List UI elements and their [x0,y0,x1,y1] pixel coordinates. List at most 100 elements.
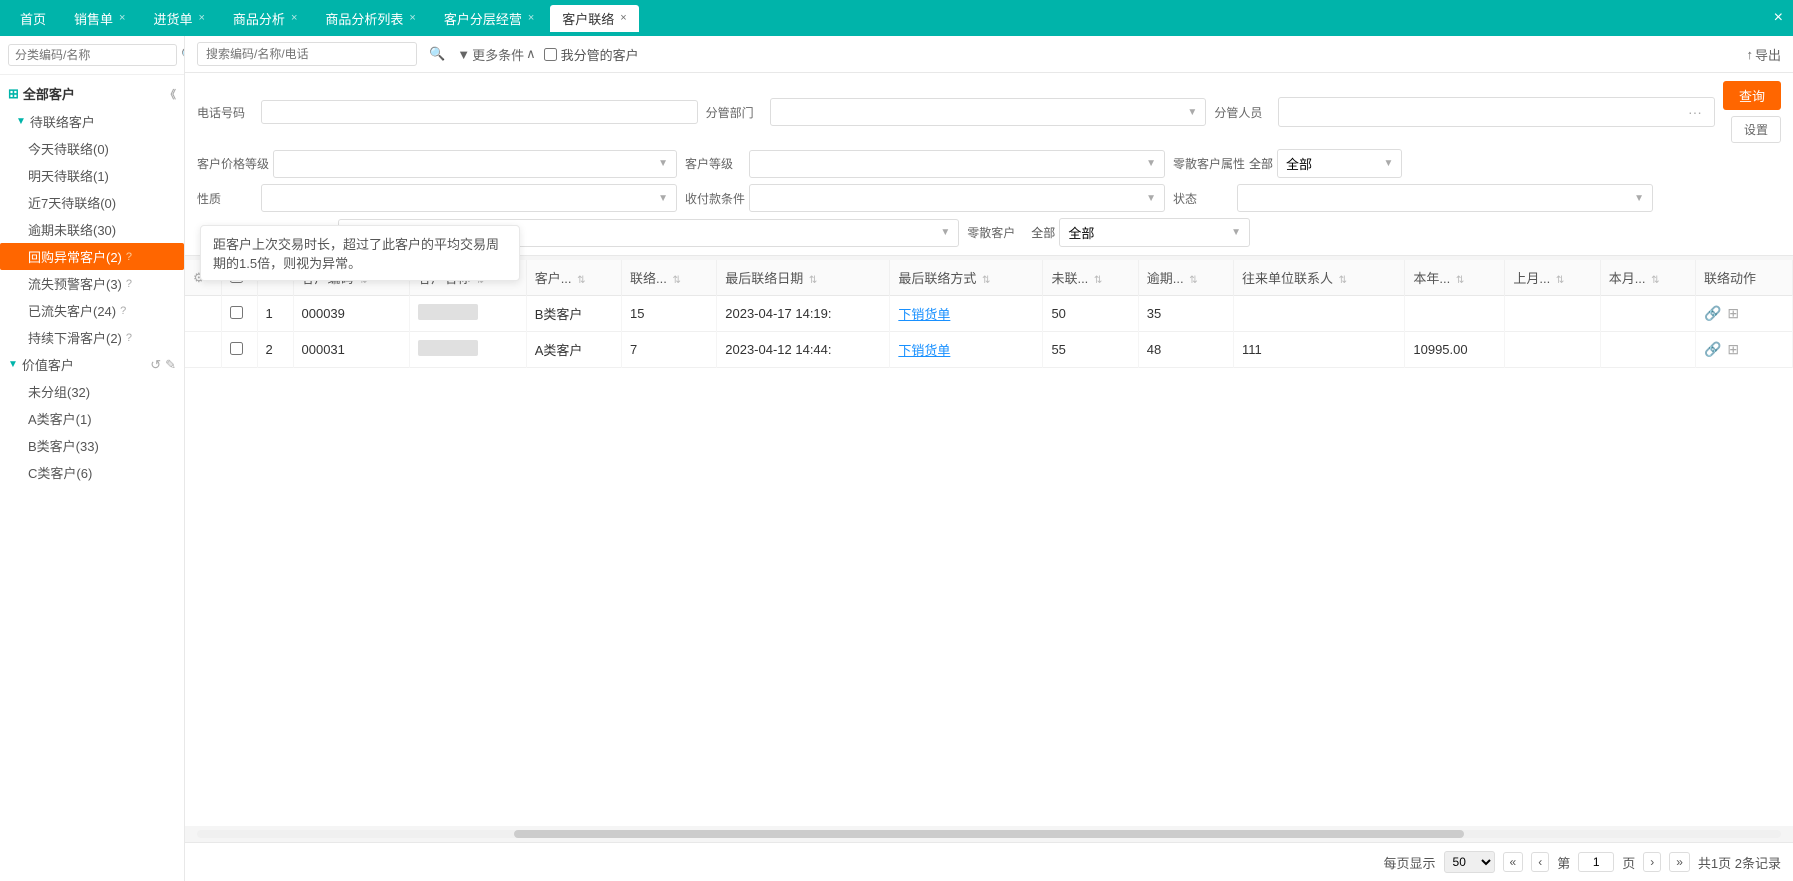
row1-name[interactable] [410,296,527,332]
filter-retail-attr-select[interactable]: 全部 ▼ [1277,149,1402,178]
nav-product-analysis-list-close[interactable]: × [409,12,415,24]
sort-contact-icon[interactable]: ⇅ [672,275,680,286]
page-size-select[interactable]: 50 20 100 [1444,851,1495,873]
th-unread[interactable]: 未联... ⇅ [1043,260,1138,296]
filter-customer-level-label: 客户等级 [685,155,745,172]
sidebar-pending-section[interactable]: ▼ 待联络客户 [0,108,184,135]
th-last-contact-method[interactable]: 最后联络方式 ⇅ [890,260,1043,296]
horizontal-scrollbar[interactable] [197,830,1781,838]
vc-refresh-icon[interactable]: ↺ [150,357,161,373]
th-this-month[interactable]: 本月... ⇅ [1600,260,1695,296]
sidebar-c-class[interactable]: C类客户(6) [0,459,184,486]
nav-customer-tier-close[interactable]: × [528,12,534,24]
th-customer-type[interactable]: 客户... ⇅ [526,260,621,296]
sidebar-lost-customers[interactable]: 已流失客户(24) ? [0,297,184,324]
filter-payment-select[interactable]: ▼ [749,184,1165,212]
nav-product-analysis[interactable]: 商品分析 × [221,5,309,32]
nav-customer-contact-close[interactable]: × [620,12,626,24]
scrollbar-thumb[interactable] [514,830,1464,838]
sidebar-lost-warning[interactable]: 流失预警客户(3) ? [0,270,184,297]
lost-customers-help-icon[interactable]: ? [120,305,126,317]
row2-checkbox[interactable] [221,332,257,368]
nav-product-analysis-list[interactable]: 商品分析列表 × [313,5,427,32]
sidebar-tomorrow-pending[interactable]: 明天待联络(1) [0,162,184,189]
sidebar-unclassified[interactable]: 未分组(32) [0,378,184,405]
row2-name[interactable] [410,332,527,368]
row1-grid-icon[interactable]: ⊞ [1727,305,1739,322]
sort-overdue-icon[interactable]: ⇅ [1189,275,1197,286]
th-overdue[interactable]: 逾期... ⇅ [1138,260,1233,296]
sidebar-a-class[interactable]: A类客户(1) [0,405,184,432]
filter-status-select[interactable]: ▼ [1237,184,1653,212]
row2-select-checkbox[interactable] [230,342,243,355]
th-this-year[interactable]: 本年... ⇅ [1405,260,1505,296]
lost-warning-help-icon[interactable]: ? [126,278,132,290]
sidebar-b-class[interactable]: B类客户(33) [0,432,184,459]
vc-edit-icon[interactable]: ✎ [165,357,176,373]
filter-nature-select[interactable]: ▼ [261,184,677,212]
next-page-button[interactable]: › [1643,852,1661,872]
row1-code[interactable]: 000039 [293,296,410,332]
row1-link-icon[interactable]: 🔗 [1704,305,1721,322]
last-page-button[interactable]: » [1669,852,1690,872]
sort-this-month-icon[interactable]: ⇅ [1651,275,1659,286]
filter-manager-select[interactable]: ··· [1278,97,1715,127]
row2-last-method[interactable]: 下销货单 [890,332,1043,368]
th-last-month[interactable]: 上月... ⇅ [1505,260,1600,296]
filter-phone-input[interactable] [261,100,698,124]
th-last-contact-date[interactable]: 最后联络日期 ⇅ [717,260,890,296]
settings-button[interactable]: 设置 [1731,116,1781,143]
filter-retail-customer-select[interactable]: 全部 ▼ [1059,218,1250,247]
filter-dept-select[interactable]: ▼ [770,98,1207,126]
nav-purchase[interactable]: 进货单 × [141,5,216,32]
repurchase-help-icon[interactable]: ? [126,251,132,263]
sidebar-collapse-btn[interactable]: 《 [165,86,176,102]
more-conditions-button[interactable]: ▼ 更多条件 ∧ [457,45,535,64]
row1-last-method[interactable]: 下销货单 [890,296,1043,332]
sort-last-contact-method-icon[interactable]: ⇅ [982,275,990,286]
sidebar-today-pending[interactable]: 今天待联络(0) [0,135,184,162]
row2-grid-icon[interactable]: ⊞ [1727,341,1739,358]
first-page-button[interactable]: « [1503,852,1524,872]
th-contact[interactable]: 联络... ⇅ [621,260,716,296]
sidebar-repurchase-abnormal[interactable]: 回购异常客户(2) ? [0,243,184,270]
my-customers-checkbox[interactable] [544,48,557,61]
nav-sales[interactable]: 销售单 × [62,5,137,32]
prev-page-button[interactable]: ‹ [1531,852,1549,872]
my-customers-checkbox-label[interactable]: 我分管的客户 [544,45,639,64]
sidebar-declining-customers[interactable]: 持续下滑客户(2) ? [0,324,184,351]
th-unit-contact[interactable]: 往来单位联系人 ⇅ [1234,260,1405,296]
query-button[interactable]: 查询 [1723,81,1781,110]
nav-product-analysis-close[interactable]: × [291,12,297,24]
row2-link-icon[interactable]: 🔗 [1704,341,1721,358]
sidebar-7day-pending[interactable]: 近7天待联络(0) [0,189,184,216]
sort-unread-icon[interactable]: ⇅ [1094,275,1102,286]
declining-help-icon[interactable]: ? [126,332,132,344]
sidebar-overdue-pending[interactable]: 逾期未联络(30) [0,216,184,243]
nav-sales-close[interactable]: × [119,12,125,24]
nav-home[interactable]: 首页 [8,5,58,32]
filter-customer-level-select[interactable]: ▼ [749,150,1165,178]
sort-unit-contact-icon[interactable]: ⇅ [1339,275,1347,286]
sort-customer-type-icon[interactable]: ⇅ [577,275,585,286]
nav-customer-tier[interactable]: 客户分层经营 × [432,5,546,32]
table-row: 2 000031 A类客户 7 2023-04-12 14:44: 下销货单 [185,332,1793,368]
sort-last-contact-date-icon[interactable]: ⇅ [809,275,817,286]
row1-checkbox[interactable] [221,296,257,332]
page-number-input[interactable] [1578,852,1614,872]
nav-customer-contact[interactable]: 客户联络 × [550,5,638,32]
sort-this-year-icon[interactable]: ⇅ [1456,275,1464,286]
sidebar-search-input[interactable] [8,44,177,66]
sort-last-month-icon[interactable]: ⇅ [1556,275,1564,286]
nav-purchase-close[interactable]: × [198,12,204,24]
filter-more-dots[interactable]: ··· [1684,102,1706,122]
row1-select-checkbox[interactable] [230,306,243,319]
sidebar-value-customer-section[interactable]: ▼ 价值客户 ↺ ✎ [0,351,184,378]
export-button[interactable]: ↑ 导出 [1746,45,1781,64]
filter-price-level-select[interactable]: ▼ [273,150,677,178]
row2-code[interactable]: 000031 [293,332,410,368]
nav-close-all[interactable]: × [1774,9,1783,27]
filter-search-button[interactable]: 🔍 [425,44,449,64]
sidebar-all-customers[interactable]: ⊞ 全部客户 《 [0,79,184,108]
filter-search-input[interactable] [197,42,417,66]
